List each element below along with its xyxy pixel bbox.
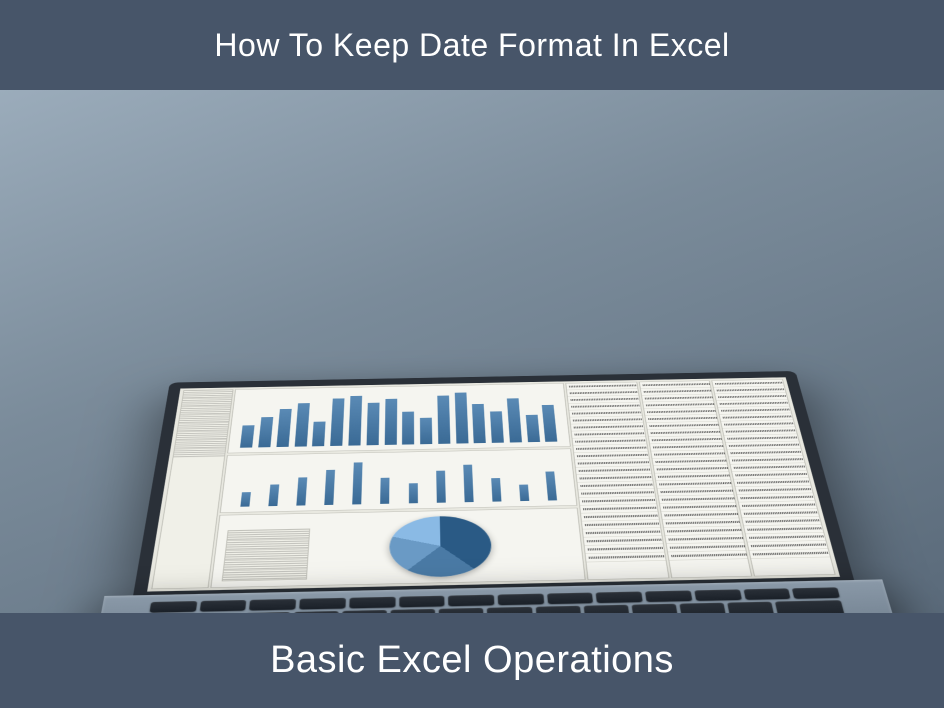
bar-chart-small (220, 448, 578, 513)
data-columns (565, 379, 835, 580)
pie-chart-panel (210, 508, 585, 588)
laptop-illustration (58, 370, 937, 613)
legend-panel (222, 529, 311, 582)
laptop-screen (133, 371, 854, 595)
page-subtitle: Basic Excel Operations (270, 639, 674, 682)
hero-image (0, 90, 944, 613)
pie-chart-container (307, 514, 575, 580)
spreadsheet-view (147, 377, 840, 591)
page-title: How To Keep Date Format In Excel (214, 27, 729, 64)
title-banner: How To Keep Date Format In Excel (0, 0, 944, 90)
bar-chart-large (227, 383, 571, 453)
chart-panel (210, 383, 585, 588)
subtitle-banner: Basic Excel Operations (0, 613, 944, 708)
pie-chart-icon (389, 515, 493, 578)
